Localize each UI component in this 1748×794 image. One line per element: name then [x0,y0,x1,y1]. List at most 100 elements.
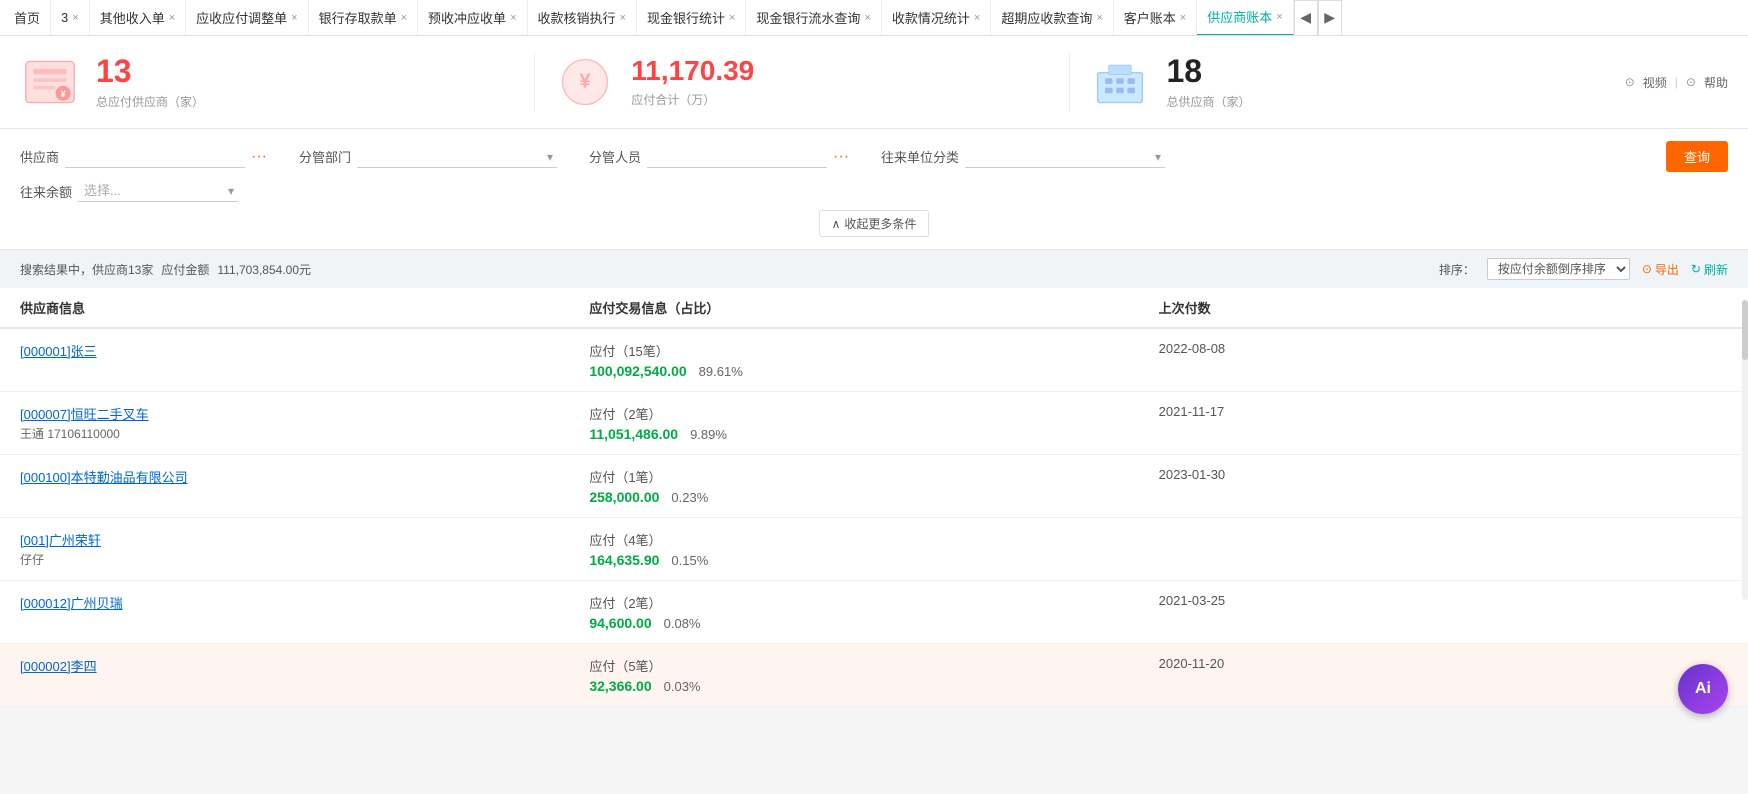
supplier-link-5[interactable]: [000012]广州贝瑞 [20,593,589,612]
supplier-link-2[interactable]: [000007]恒旺二手叉车 [20,404,589,423]
person-dots[interactable]: ··· [833,148,849,166]
supplier-input[interactable] [65,146,245,168]
top-navigation: 首页 3 × 其他收入单 × 应收应付调整单 × 银行存取款单 × 预收冲应收单… [0,0,1748,36]
person-input[interactable] [647,146,827,168]
card3-label: 总供应商（家） [1166,93,1250,110]
nav-tab-cash-stat-label: 现金银行统计 [647,8,725,27]
export-icon: ⊙ [1642,262,1652,276]
help-link[interactable]: 帮助 [1704,74,1728,91]
card2-content: 11,170.39 应付合计（万） [631,56,754,108]
nav-tab-receipt-stat[interactable]: 收款情况统计 × [882,0,991,36]
nav-tab-other-income-label: 其他收入单 [100,8,165,27]
nav-tab-overdue-ar[interactable]: 超期应收款查询 × [991,0,1113,36]
summary-card-ap-suppliers: ¥ 13 总应付供应商（家） [20,52,535,112]
scrollbar-thumb[interactable] [1742,300,1748,360]
dept-select[interactable] [357,146,557,168]
nav-tab-pre-ar-label: 预收冲应收单 [428,8,506,27]
nav-tab-home[interactable]: 首页 [4,0,51,36]
trans-row-3: 258,000.00 0.23% [589,489,1158,505]
close-icon[interactable]: × [510,12,516,24]
refresh-button[interactable]: ↻ 刷新 [1691,261,1728,278]
table-row: [001]广州荣轩 仔仔 应付（4笔） 164,635.90 0.15% [0,518,1748,581]
dept-label: 分管部门 [299,147,351,166]
ai-floating-button[interactable]: Ai [1678,664,1728,714]
nav-tab-supplier-label: 供应商账本 [1207,7,1272,26]
nav-tab-3[interactable]: 3 × [51,0,90,36]
table-row: [000012]广州贝瑞 应付（2笔） 94,600.00 0.08% 2021… [0,581,1748,644]
nav-tab-ar-ap-label: 应收应付调整单 [196,8,287,27]
nav-tab-ar-ap-adjust[interactable]: 应收应付调整单 × [186,0,308,36]
last-pay-3: 2023-01-30 [1159,467,1226,482]
nav-tab-supplier-ledger[interactable]: 供应商账本 × [1197,0,1293,36]
nav-tab-receipt-verify[interactable]: 收款核销执行 × [528,0,637,36]
nav-tab-cash-stat[interactable]: 现金银行统计 × [637,0,746,36]
trans-cell-1: 应付（15笔） 100,092,540.00 89.61% [589,341,1158,379]
card2-label: 应付合计（万） [631,91,754,108]
supplier-link-4[interactable]: [001]广州荣轩 [20,530,589,549]
close-icon[interactable]: × [291,12,297,24]
supplier-link-6[interactable]: [000002]李四 [20,656,589,675]
nav-tab-cash-query[interactable]: 现金银行流水查询 × [746,0,881,36]
nav-tab-customer-ledger[interactable]: 客户账本 × [1114,0,1197,36]
col-header-supplier: 供应商信息 [20,298,589,317]
trans-row-4: 164,635.90 0.15% [589,552,1158,568]
export-button[interactable]: ⊙ 导出 [1642,261,1679,278]
filter-dept: 分管部门 [299,146,557,168]
nav-tab-other-income[interactable]: 其他收入单 × [90,0,186,36]
nav-tab-bank-deposit[interactable]: 银行存取款单 × [309,0,418,36]
nav-tab-home-label: 首页 [14,8,40,27]
last-pay-6: 2020-11-20 [1159,656,1225,671]
collapse-button[interactable]: ∧ 收起更多条件 [819,210,930,237]
ap-total-icon: ¥ [555,52,615,112]
trans-percent-5: 0.08% [664,616,701,631]
supplier-dots[interactable]: ··· [251,148,267,166]
close-icon[interactable]: × [1096,12,1102,24]
close-icon[interactable]: × [169,12,175,24]
supplier-link-1[interactable]: [000001]张三 [20,341,589,360]
close-icon[interactable]: × [401,12,407,24]
trans-cell-6: 应付（5笔） 32,366.00 0.03% [589,656,1158,694]
col-header-trans: 应付交易信息（占比） [589,298,1158,317]
result-amount-label: 应付金额 [161,261,209,278]
card1-number: 13 [96,54,204,89]
nav-tab-cash-query-label: 现金银行流水查询 [756,8,860,27]
lastpay-cell-2: 2021-11-17 [1159,404,1728,419]
balance-select[interactable]: 选择... [78,180,238,202]
search-button[interactable]: 查询 [1666,141,1728,172]
supplier-label: 供应商 [20,147,59,166]
trans-label-2: 应付（2笔） [589,404,1158,423]
nav-tab-receipt-stat-label: 收款情况统计 [892,8,970,27]
nav-tab-pre-ar[interactable]: 预收冲应收单 × [418,0,527,36]
result-amount-value: 111,703,854.00元 [217,261,311,278]
sort-select[interactable]: 按应付余额倒序排序 [1487,258,1630,280]
close-icon[interactable]: × [72,12,78,24]
lastpay-cell-6: 2020-11-20 [1159,656,1728,671]
total-supplier-icon [1090,52,1150,112]
refresh-icon: ↻ [1691,262,1701,276]
trans-row-5: 94,600.00 0.08% [589,615,1158,631]
close-icon[interactable]: × [1180,12,1186,24]
close-icon[interactable]: × [864,12,870,24]
summary-card-total-suppliers: 18 总供应商（家） [1090,52,1604,112]
nav-next-arrow[interactable]: ▶ [1318,0,1342,36]
close-icon[interactable]: × [729,12,735,24]
trans-amount-3: 258,000.00 [589,489,659,505]
close-icon[interactable]: × [974,12,980,24]
trans-label-5: 应付（2笔） [589,593,1158,612]
trans-amount-5: 94,600.00 [589,615,651,631]
card3-number: 18 [1166,54,1250,89]
trans-row-6: 32,366.00 0.03% [589,678,1158,694]
lastpay-cell-3: 2023-01-30 [1159,467,1728,482]
col-header-lastpay: 上次付数 [1159,298,1728,317]
lastpay-cell-5: 2021-03-25 [1159,593,1728,608]
supplier-link-3[interactable]: [000100]本特勤油品有限公司 [20,467,589,486]
nav-tab-overdue-label: 超期应收款查询 [1001,8,1092,27]
supplier-cell-1: [000001]张三 [20,341,589,360]
close-icon[interactable]: × [1276,11,1282,23]
nav-prev-arrow[interactable]: ◀ [1294,0,1318,36]
close-icon[interactable]: × [620,12,626,24]
trans-row-2: 11,051,486.00 9.89% [589,426,1158,442]
category-select[interactable] [965,146,1165,168]
table-area: 供应商信息 应付交易信息（占比） 上次付数 [000001]张三 应付（15笔）… [0,288,1748,707]
video-link[interactable]: 视频 [1643,74,1667,91]
